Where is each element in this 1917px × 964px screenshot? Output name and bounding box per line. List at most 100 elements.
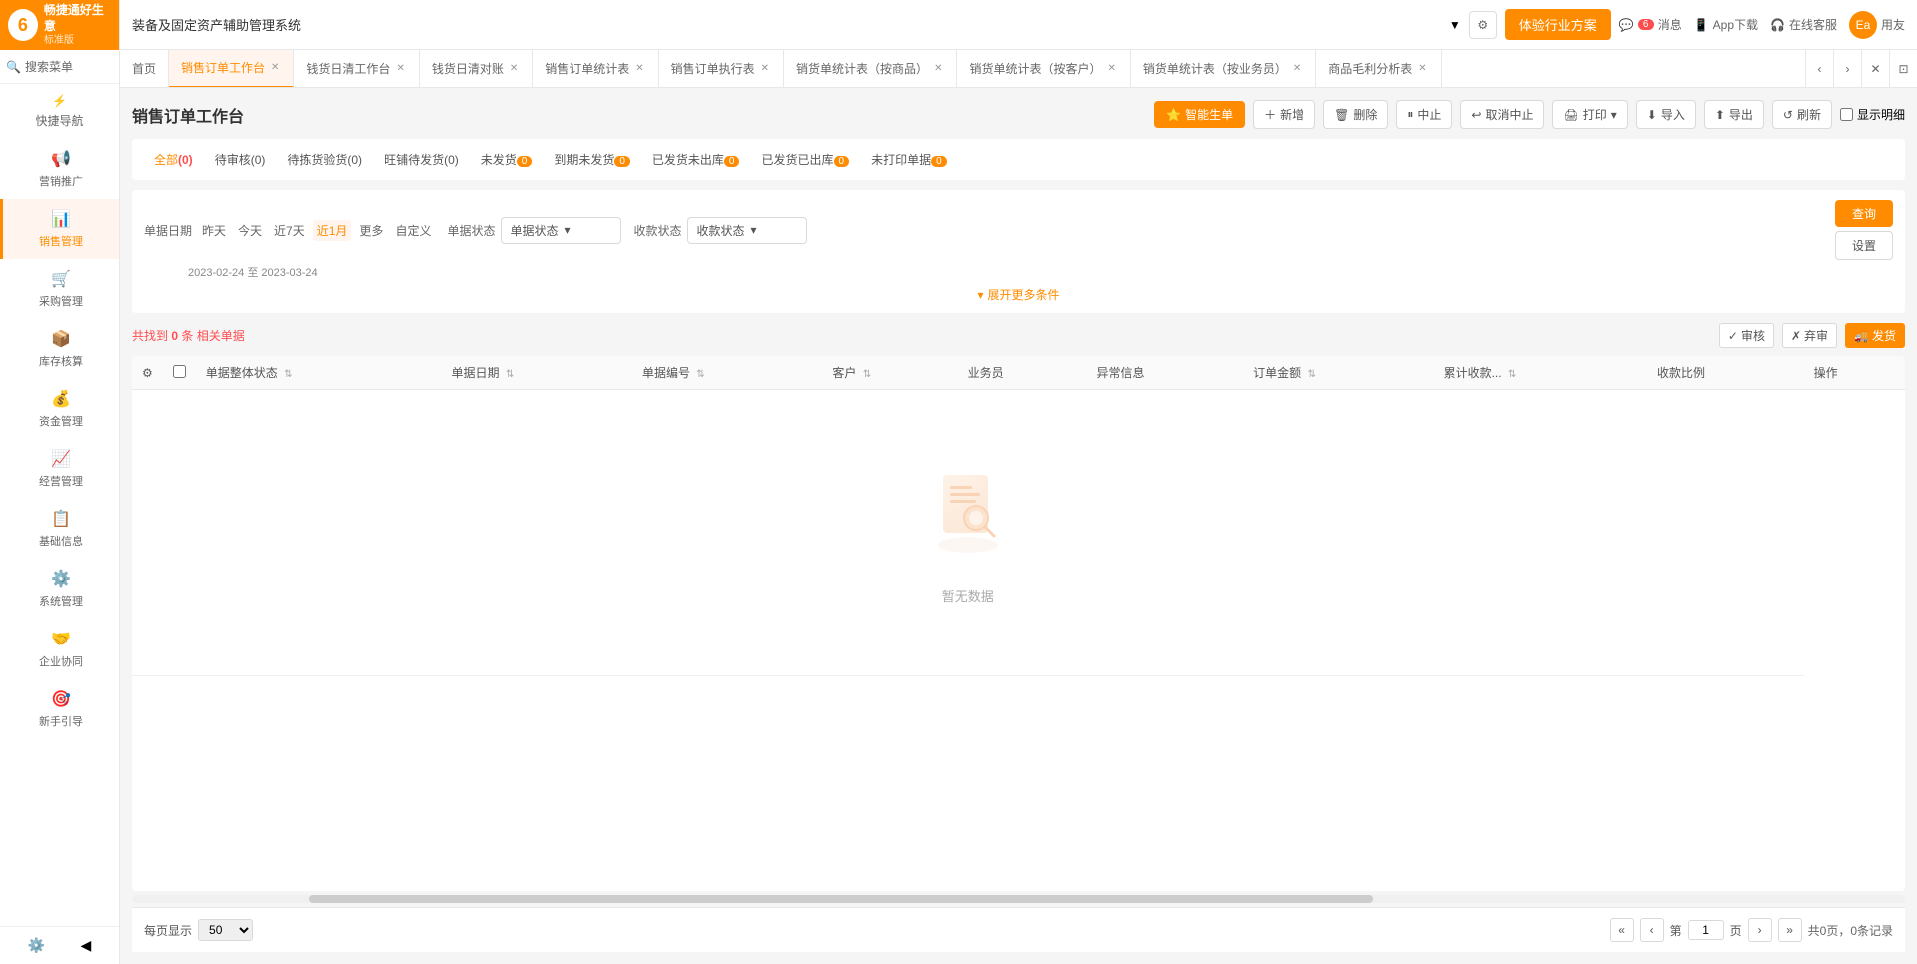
audit-btn[interactable]: ✓ 审核 [1719,323,1774,348]
export-btn[interactable]: ⬆ 导出 [1704,100,1764,129]
stop-btn[interactable]: ⏸ 中止 [1396,100,1452,129]
tab-cash-reconcile[interactable]: 钱货日清对账 ✕ [420,50,533,88]
sort-icon[interactable]: ⇅ [284,369,292,380]
tab-close-all-btn[interactable]: ✕ [1861,50,1889,88]
tab-close-sales-exec[interactable]: ✕ [759,63,771,74]
void-icon: ✗ [1791,329,1801,343]
print-btn[interactable]: 🖨 打印 ▾ [1552,100,1627,129]
industry-btn[interactable]: 体验行业方案 [1505,9,1611,40]
sidebar-item-sales[interactable]: 📊 销售管理 [0,199,119,259]
smart-create-btn[interactable]: ⭐ 智能生单 [1154,101,1245,128]
tab-sales-summary-customer[interactable]: 销货单统计表（按客户） ✕ [957,50,1130,88]
tab-next-btn[interactable]: › [1833,50,1861,88]
sidebar-item-purchase[interactable]: 🛒 采购管理 [0,259,119,319]
date-opt-yesterday[interactable]: 昨天 [198,220,230,241]
sort-icon[interactable]: ⇅ [506,369,514,380]
tab-sales-exec[interactable]: 销售订单执行表 ✕ [659,50,784,88]
sort-icon[interactable]: ⇅ [1307,369,1315,380]
subtab-wangpu-ship[interactable]: 旺铺待发货(0) [374,147,469,172]
pagination: 每页显示 50 10 20 100 « ‹ 第 页 › » 共0页，0条记录 [132,907,1905,952]
tab-gross-profit[interactable]: 商品毛利分析表 ✕ [1316,50,1441,88]
date-opt-more[interactable]: 更多 [355,220,387,241]
date-opt-1month[interactable]: 近1月 [313,220,352,241]
import-btn[interactable]: ⬇ 导入 [1636,100,1696,129]
collapse-icon[interactable]: ◀ [81,937,92,954]
tab-close-sales-summary-product[interactable]: ✕ [932,63,944,74]
prev-page-btn[interactable]: ‹ [1640,918,1664,942]
show-detail-input[interactable] [1840,108,1853,121]
app-download-btn[interactable]: 📱 App下载 [1694,16,1758,33]
sidebar-item-system[interactable]: ⚙️ 系统管理 [0,559,119,619]
date-opt-today[interactable]: 今天 [234,220,266,241]
cancel-stop-btn[interactable]: ↩ 取消中止 [1460,100,1544,129]
page-size-select[interactable]: 50 10 20 100 [198,919,253,941]
sidebar-item-guide[interactable]: 🎯 新手引导 [0,679,119,739]
subtab-shipped-out[interactable]: 已发货已出库0 [751,147,859,172]
next-page-btn[interactable]: › [1748,918,1772,942]
tab-home[interactable]: 首页 [120,50,169,88]
sort-icon[interactable]: ⇅ [1508,369,1516,380]
sidebar-search[interactable]: 🔍 搜索菜单 [0,50,119,84]
message-btn[interactable]: 💬 6 消息 [1619,16,1682,33]
tab-cash-daily[interactable]: 钱货日清工作台 ✕ [294,50,419,88]
new-btn[interactable]: ＋ 新增 [1253,100,1315,129]
subtab-shipped-not-out[interactable]: 已发货未出库0 [642,147,750,172]
payment-select[interactable]: 收款状态 ▾ [687,217,807,244]
user-menu[interactable]: Ea 用友 [1849,11,1905,39]
tab-sales-workbench[interactable]: 销售订单工作台 ✕ [169,50,294,88]
settings-icon[interactable]: ⚙️ [28,937,45,954]
select-all-checkbox[interactable] [173,365,186,378]
tab-sales-summary-staff[interactable]: 销货单统计表（按业务员） ✕ [1131,50,1316,88]
page-number-input[interactable] [1688,920,1724,940]
sidebar-item-marketing[interactable]: 📢 营销推广 [0,139,119,199]
sidebar-item-finance[interactable]: 💰 资金管理 [0,379,119,439]
expand-more-btn[interactable]: ▾ 展开更多条件 [144,280,1893,303]
delete-btn[interactable]: 🗑 删除 [1323,100,1388,129]
system-dropdown[interactable]: ▼ [1449,18,1461,32]
th-checkbox[interactable] [163,356,196,390]
tab-sales-stats[interactable]: 销售订单统计表 ✕ [533,50,658,88]
headset-icon: 🎧 [1770,18,1785,32]
horizontal-scrollbar[interactable] [132,895,1905,903]
date-range-display: 2023-02-24 至 2023-03-24 [144,264,1893,280]
tab-prev-btn[interactable]: ‹ [1805,50,1833,88]
subtab-pending-review[interactable]: 待审核(0) [205,147,276,172]
subtab-expired-unshipped[interactable]: 到期未发货0 [544,147,640,172]
query-btn[interactable]: 查询 [1835,200,1893,227]
subtab-unprinted[interactable]: 未打印单据0 [861,147,957,172]
sort-icon[interactable]: ⇅ [863,369,871,380]
tab-close-sales-summary-staff[interactable]: ✕ [1291,63,1303,74]
scrollbar-thumb[interactable] [309,895,1373,903]
tab-expand-btn[interactable]: ⊡ [1889,50,1917,88]
ship-btn[interactable]: 🚚 发货 [1845,323,1905,348]
date-opt-custom[interactable]: 自定义 [391,220,435,241]
tab-close-cash-reconcile[interactable]: ✕ [508,63,520,74]
subtab-unshipped[interactable]: 未发货0 [471,147,543,172]
last-page-btn[interactable]: » [1778,918,1802,942]
page-title: 销售订单工作台 [132,103,244,127]
gear-button[interactable]: ⚙ [1469,11,1497,39]
sort-icon[interactable]: ⇅ [696,369,704,380]
refresh-btn[interactable]: ↺ 刷新 [1772,100,1832,129]
settings-btn[interactable]: 设置 [1835,231,1893,260]
th-settings[interactable]: ⚙ [132,356,163,390]
online-service-btn[interactable]: 🎧 在线客服 [1770,16,1837,33]
date-opt-7days[interactable]: 近7天 [270,220,309,241]
sidebar-item-enterprise[interactable]: 🤝 企业协同 [0,619,119,679]
quick-nav[interactable]: ⚡ 快捷导航 [0,84,119,139]
tab-close-sales-summary-customer[interactable]: ✕ [1105,63,1117,74]
tab-close-sales-stats[interactable]: ✕ [633,63,645,74]
void-btn[interactable]: ✗ 弃审 [1782,323,1837,348]
first-page-btn[interactable]: « [1610,918,1634,942]
sidebar-item-inventory[interactable]: 📦 库存核算 [0,319,119,379]
subtab-pending-inspection[interactable]: 待拣货验货(0) [277,147,372,172]
tab-close-gross-profit[interactable]: ✕ [1416,63,1428,74]
tab-sales-summary-product[interactable]: 销货单统计表（按商品） ✕ [784,50,957,88]
tab-close-sales-workbench[interactable]: ✕ [269,62,281,73]
status-select[interactable]: 单据状态 ▾ [501,217,621,244]
show-detail-checkbox[interactable]: 显示明细 [1840,106,1905,123]
subtab-all[interactable]: 全部(0) [144,147,203,172]
sidebar-item-basic[interactable]: 📋 基础信息 [0,499,119,559]
tab-close-cash-daily[interactable]: ✕ [394,63,406,74]
sidebar-item-operations[interactable]: 📈 经营管理 [0,439,119,499]
